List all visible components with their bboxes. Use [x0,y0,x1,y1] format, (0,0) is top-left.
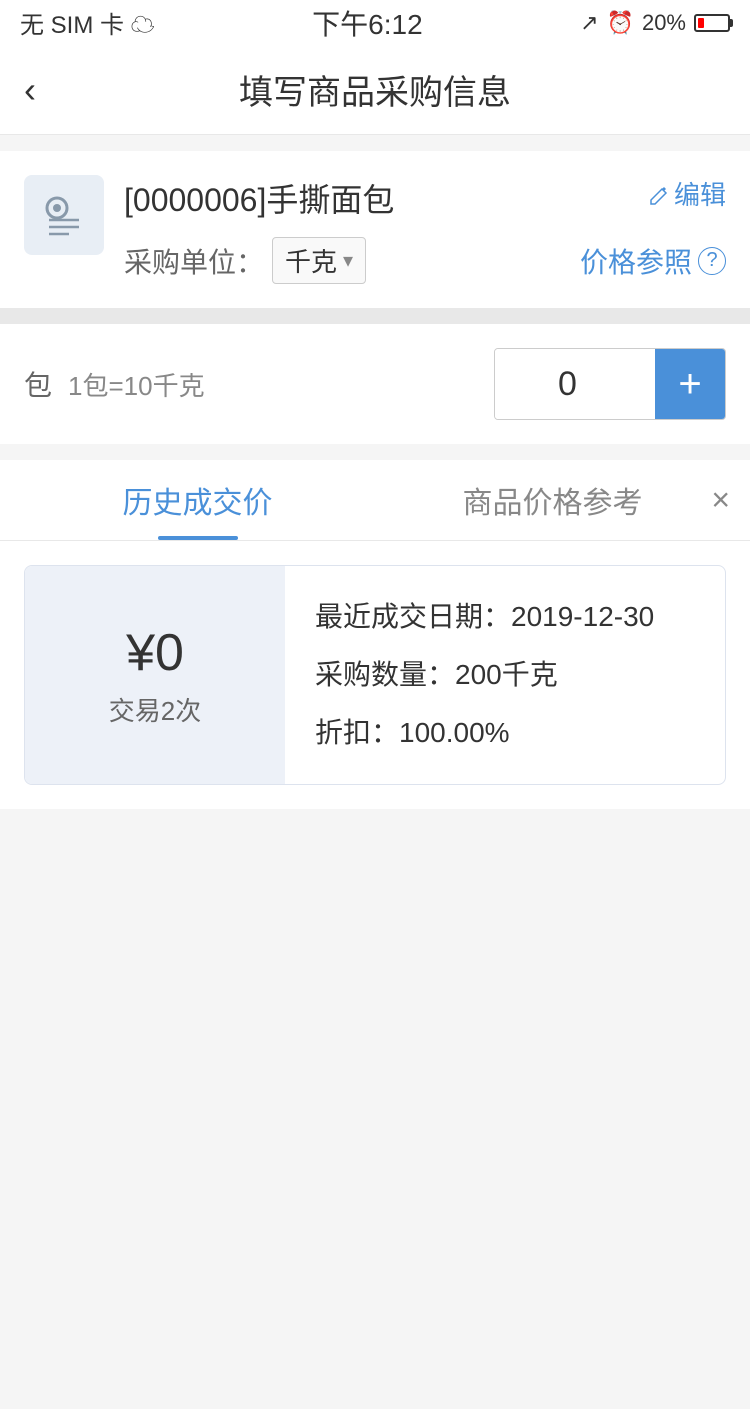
tab-reference-label: 商品价格参考 [463,478,643,522]
history-card: ¥0 交易2次 最近成交日期：2019-12-30 采购数量：200千克 折扣：… [24,565,726,785]
history-content: ¥0 交易2次 最近成交日期：2019-12-30 采购数量：200千克 折扣：… [0,541,750,809]
quantity-row: 包 1包=10千克 + [0,324,750,444]
discount-row: 折扣：100.00% [315,712,695,754]
unit-value: 千克 [285,242,337,279]
price-reference-button[interactable]: 价格参照 ? [580,241,726,281]
quantity-plus-button[interactable]: + [655,349,725,419]
product-info: [0000006]手撕面包 编辑 采购单位： 千克 ▾ 价格参照 ? [124,175,726,284]
tab-history-label: 历史成交价 [123,478,273,522]
close-button[interactable]: × [711,482,730,519]
status-right: ↗ ⏰ 20% [580,10,730,36]
edit-button[interactable]: 编辑 [648,175,726,212]
section-divider [0,308,750,324]
product-unit-row: 采购单位： 千克 ▾ 价格参照 ? [124,237,726,284]
quantity-row-detail: 采购数量：200千克 [315,654,695,696]
bag-unit-icon: 包 [24,364,52,404]
chevron-down-icon: ▾ [343,248,353,273]
recent-date-row: 最近成交日期：2019-12-30 [315,596,695,638]
back-button[interactable]: ‹ [24,69,36,111]
discount-value: 100.00% [399,717,510,748]
quantity-detail-value: 200千克 [455,659,558,690]
tab-active-indicator [158,536,238,540]
history-left: ¥0 交易2次 [25,566,285,784]
quantity-left: 包 1包=10千克 [24,364,205,404]
quantity-input-wrap: + [494,348,726,420]
recent-date-label: 最近成交日期： [315,601,511,632]
price-ref-label: 价格参照 [580,241,692,281]
product-name: [0000006]手撕面包 [124,175,394,221]
history-right: 最近成交日期：2019-12-30 采购数量：200千克 折扣：100.00% [285,566,725,784]
recent-date-value: 2019-12-30 [511,601,654,632]
unit-select[interactable]: 千克 ▾ [272,237,366,284]
history-price: ¥0 [126,623,184,683]
quantity-input[interactable] [495,349,655,419]
battery-pct: 20% [642,10,686,36]
status-left: 无 SIM 卡 ☁ [20,5,155,40]
battery-icon [694,14,730,32]
product-thumbnail [24,175,104,255]
edit-label: 编辑 [674,175,726,212]
discount-label: 折扣： [315,717,399,748]
help-icon: ? [698,247,726,275]
tab-history[interactable]: 历史成交价 [20,460,375,540]
status-bar: 无 SIM 卡 ☁ 下午6:12 ↗ ⏰ 20% [0,0,750,45]
history-trade-count: 交易2次 [109,691,201,728]
alarm-icon: ⏰ [607,10,634,36]
tab-bar: 历史成交价 商品价格参考 × [0,460,750,541]
sim-label: 无 SIM 卡 ☁ [20,5,155,40]
product-header: [0000006]手撕面包 编辑 [124,175,726,221]
product-card: [0000006]手撕面包 编辑 采购单位： 千克 ▾ 价格参照 ? [0,151,750,308]
tab-reference[interactable]: 商品价格参考 [375,460,730,540]
unit-label: 采购单位： [124,241,264,281]
location-icon: ↗ [580,10,598,36]
page-title: 填写商品采购信息 [239,65,511,114]
bottom-space [0,809,750,1409]
nav-bar: ‹ 填写商品采购信息 [0,45,750,135]
quantity-detail-label: 采购数量： [315,659,455,690]
bag-unit-label: 1包=10千克 [68,366,205,403]
status-time: 下午6:12 [312,3,423,43]
